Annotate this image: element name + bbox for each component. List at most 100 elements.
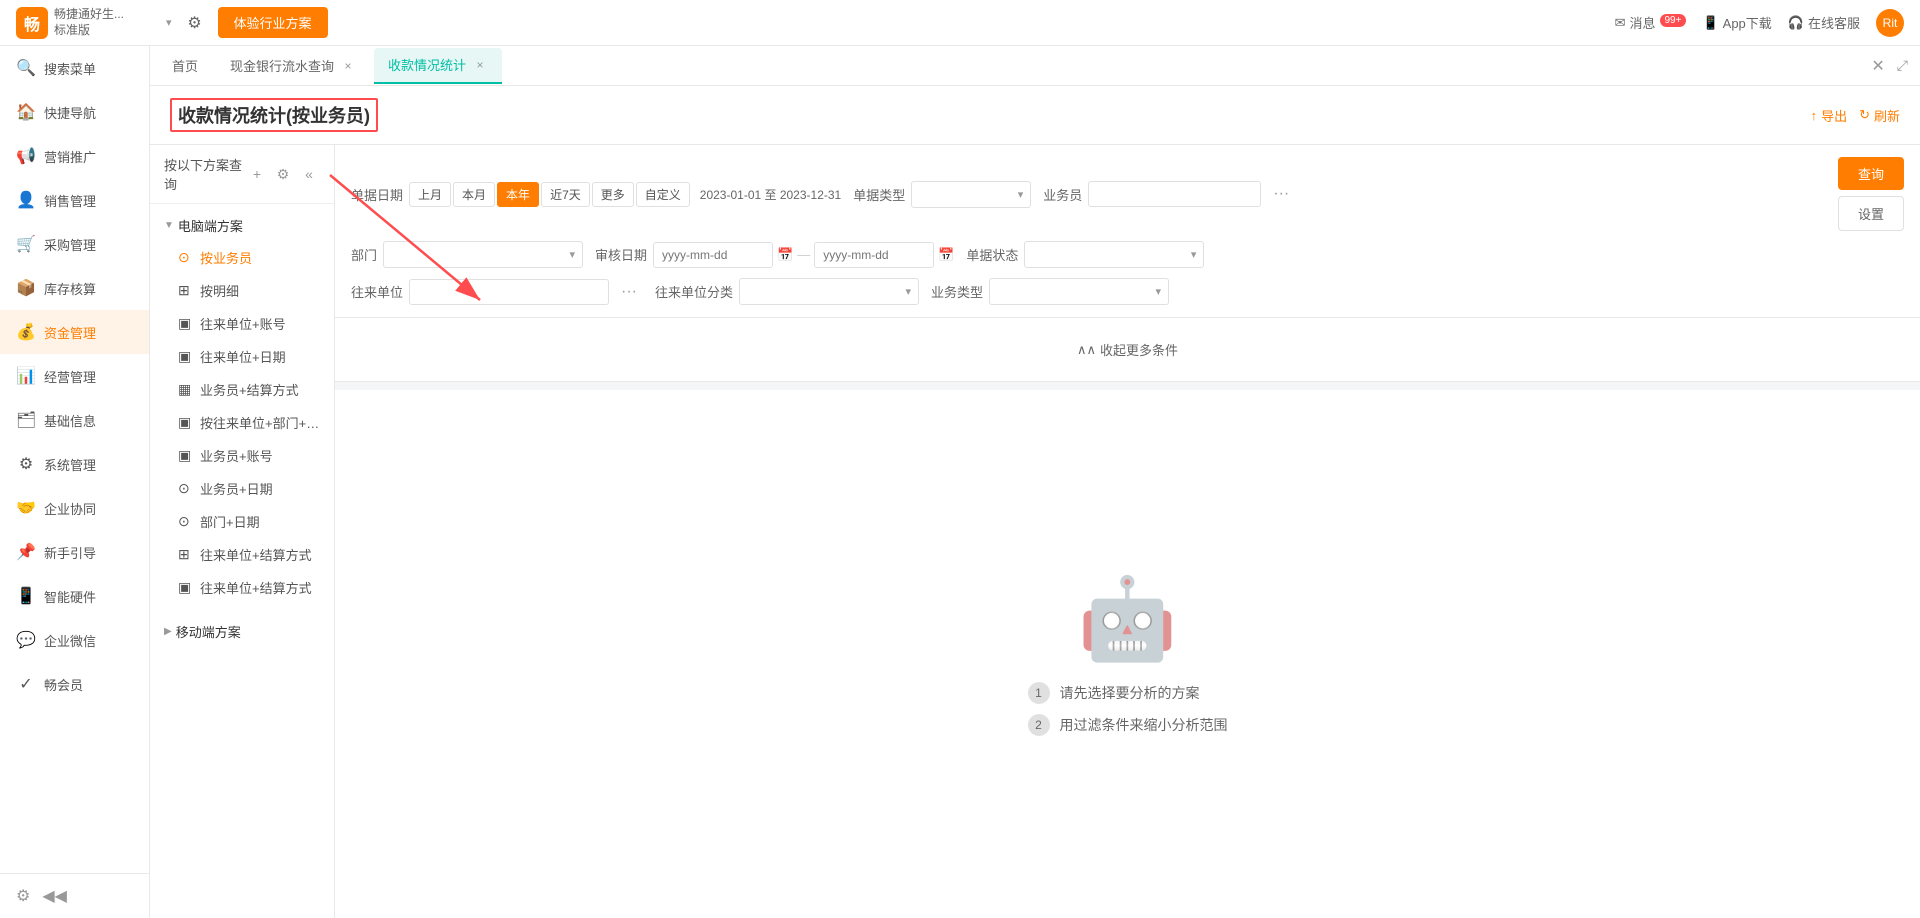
- right-content: 单据日期 上月 本月 本年 近7天 更多 自定义 2023-01-01 至 20…: [335, 145, 1920, 918]
- tab-bar: 首页 现金银行流水查询 × 收款情况统计 × ✕ ⤢: [150, 46, 1920, 86]
- sidebar-item-basic-info[interactable]: 🗂 基础信息: [0, 398, 149, 442]
- empty-step-1: 1 请先选择要分析的方案: [1028, 682, 1228, 704]
- user-avatar[interactable]: Rit: [1876, 9, 1904, 37]
- scheme-item-sales-account[interactable]: ▣ 业务员+账号: [150, 439, 334, 472]
- sales-date-icon: ⊙: [178, 480, 194, 497]
- doc-status-select[interactable]: [1024, 241, 1204, 268]
- doc-type-select[interactable]: [911, 181, 1031, 208]
- scheme-group-mobile-title[interactable]: ▶ 移动端方案: [150, 616, 334, 647]
- refresh-btn[interactable]: ↻ 刷新: [1859, 106, 1900, 125]
- sidebar-item-inventory[interactable]: 📦 库存核算: [0, 266, 149, 310]
- review-date-group: 📅 — 📅: [653, 242, 954, 268]
- tab-maximize[interactable]: ⤢: [1893, 53, 1912, 78]
- top-bar-right: ✉ 消息 99+ 📱 App下载 🎧 在线客服 Rit: [1615, 9, 1904, 37]
- collapse-up-icon: ∧∧: [1077, 342, 1096, 358]
- app-logo: 畅: [16, 7, 48, 39]
- inventory-icon: 📦: [16, 278, 36, 298]
- biz-type-select[interactable]: [989, 278, 1169, 305]
- date-btn-this-month[interactable]: 本月: [453, 182, 495, 207]
- scheme-item-sales-date[interactable]: ⊙ 业务员+日期: [150, 472, 334, 505]
- sidebar-item-marketing[interactable]: 📢 营销推广: [0, 134, 149, 178]
- scheme-item-unit-settle2[interactable]: ▣ 往来单位+结算方式: [150, 571, 334, 604]
- doc-type-field: 单据类型: [853, 181, 1031, 208]
- sidebar-item-enterprise-collab[interactable]: 🤝 企业协同: [0, 486, 149, 530]
- salesperson-input[interactable]: [1088, 181, 1261, 207]
- sidebar-item-vip[interactable]: ✓ 畅会员: [0, 662, 149, 706]
- counterpart-label: 往来单位: [351, 282, 403, 301]
- salesperson-more-btn[interactable]: ···: [1267, 185, 1295, 203]
- scheme-item-dept-date[interactable]: ⊙ 部门+日期: [150, 505, 334, 538]
- date-range-display: 2023-01-01 至 2023-12-31: [700, 186, 841, 203]
- main-content: 首页 现金银行流水查询 × 收款情况统计 × ✕ ⤢ 收款情况统计(按业务员): [150, 46, 1920, 918]
- sidebar-item-smart-hardware[interactable]: 📱 智能硬件: [0, 574, 149, 618]
- scheme-item-by-salesperson[interactable]: ⊙ 按业务员: [150, 241, 334, 274]
- empty-step-2: 2 用过滤条件来缩小分析范围: [1028, 714, 1228, 736]
- calendar-to-icon[interactable]: 📅: [938, 247, 954, 263]
- scheme-item-unit-dept-collect[interactable]: ▣ 按往来单位+部门+收...: [150, 406, 334, 439]
- sidebar-settings-icon[interactable]: ⚙: [16, 886, 30, 906]
- scheme-group-desktop-title[interactable]: ▼ 电脑端方案: [150, 210, 334, 241]
- sidebar-item-quick-nav[interactable]: 🏠 快捷导航: [0, 90, 149, 134]
- sidebar-item-sales-mgmt[interactable]: 👤 销售管理: [0, 178, 149, 222]
- scheme-collapse-btn[interactable]: «: [298, 163, 320, 185]
- scheme-item-unit-date[interactable]: ▣ 往来单位+日期: [150, 340, 334, 373]
- sidebar-item-sys-mgmt[interactable]: ⚙ 系统管理: [0, 442, 149, 486]
- tab-bank-flow-close[interactable]: ×: [340, 58, 356, 74]
- app-download-btn[interactable]: 📱 App下载: [1702, 13, 1771, 32]
- quick-nav-icon: 🏠: [16, 102, 36, 122]
- counterpart-cat-select[interactable]: [739, 278, 919, 305]
- settings-icon-btn[interactable]: ⚙: [180, 8, 210, 38]
- sidebar-item-capital-mgmt[interactable]: 💰 资金管理: [0, 310, 149, 354]
- export-btn[interactable]: ↑ 导出: [1811, 106, 1848, 125]
- scheme-panel: 按以下方案查询 + ⚙ « ▼ 电脑端方案 ⊙ 按业务员: [150, 145, 335, 918]
- scheme-item-sales-settle[interactable]: ▦ 业务员+结算方式: [150, 373, 334, 406]
- doc-status-label: 单据状态: [966, 245, 1018, 264]
- review-date-to[interactable]: [814, 242, 934, 268]
- sidebar-item-search-menu[interactable]: 🔍 搜索菜单: [0, 46, 149, 90]
- tab-close-all[interactable]: ✕: [1867, 52, 1888, 80]
- review-date-from[interactable]: [653, 242, 773, 268]
- sidebar-collapse-icon[interactable]: ◀◀: [42, 886, 67, 906]
- tab-bank-flow[interactable]: 现金银行流水查询 ×: [216, 48, 370, 84]
- scheme-item-unit-settle1[interactable]: ⊞ 往来单位+结算方式: [150, 538, 334, 571]
- calendar-from-icon[interactable]: 📅: [777, 247, 793, 263]
- step-2-num: 2: [1028, 714, 1050, 736]
- collapse-btn[interactable]: ∧∧ 收起更多条件: [1077, 340, 1178, 359]
- date-btn-this-year[interactable]: 本年: [497, 182, 539, 207]
- scheme-panel-title: 按以下方案查询: [164, 155, 242, 193]
- purchase-mgmt-icon: 🛒: [16, 234, 36, 254]
- dept-select[interactable]: [383, 241, 583, 268]
- marketing-icon: 📢: [16, 146, 36, 166]
- date-btn-last-month[interactable]: 上月: [409, 182, 451, 207]
- trial-button[interactable]: 体验行业方案: [218, 7, 328, 38]
- counterpart-more-btn[interactable]: ···: [615, 283, 643, 301]
- scheme-item-unit-account[interactable]: ▣ 往来单位+账号: [150, 307, 334, 340]
- doc-type-select-wrapper: [911, 181, 1031, 208]
- message-btn[interactable]: ✉ 消息 99+: [1615, 13, 1687, 32]
- scheme-settings-btn[interactable]: ⚙: [272, 163, 294, 185]
- dept-select-wrapper: [383, 241, 583, 268]
- tab-home[interactable]: 首页: [158, 48, 212, 84]
- main-layout: 🔍 搜索菜单 🏠 快捷导航 📢 营销推广 👤 销售管理 🛒 采购管理 📦 库存核…: [0, 46, 1920, 918]
- dept-date-icon: ⊙: [178, 513, 194, 530]
- refresh-icon: ↻: [1859, 107, 1870, 123]
- empty-robot-icon: 🤖: [1078, 572, 1178, 666]
- query-button[interactable]: 查询: [1838, 157, 1904, 190]
- doc-type-label: 单据类型: [853, 185, 905, 204]
- date-btn-7days[interactable]: 近7天: [541, 182, 590, 207]
- workspace-dropdown[interactable]: ▾: [166, 16, 172, 29]
- tab-receipt-stat-close[interactable]: ×: [472, 57, 488, 73]
- counterpart-input[interactable]: [409, 279, 609, 305]
- online-service-btn[interactable]: 🎧 在线客服: [1788, 13, 1860, 32]
- sidebar-item-beginner[interactable]: 📌 新手引导: [0, 530, 149, 574]
- filter-row-1: 单据日期 上月 本月 本年 近7天 更多 自定义 2023-01-01 至 20…: [351, 157, 1904, 231]
- sidebar-item-ops-mgmt[interactable]: 📊 经营管理: [0, 354, 149, 398]
- scheme-add-btn[interactable]: +: [246, 163, 268, 185]
- date-btn-custom[interactable]: 自定义: [636, 182, 690, 207]
- date-btn-more[interactable]: 更多: [592, 182, 634, 207]
- sidebar-item-purchase-mgmt[interactable]: 🛒 采购管理: [0, 222, 149, 266]
- tab-receipt-stat[interactable]: 收款情况统计 ×: [374, 48, 502, 84]
- setup-button[interactable]: 设置: [1838, 196, 1904, 231]
- scheme-item-by-detail[interactable]: ⊞ 按明细: [150, 274, 334, 307]
- sidebar-item-enterprise-wechat[interactable]: 💬 企业微信: [0, 618, 149, 662]
